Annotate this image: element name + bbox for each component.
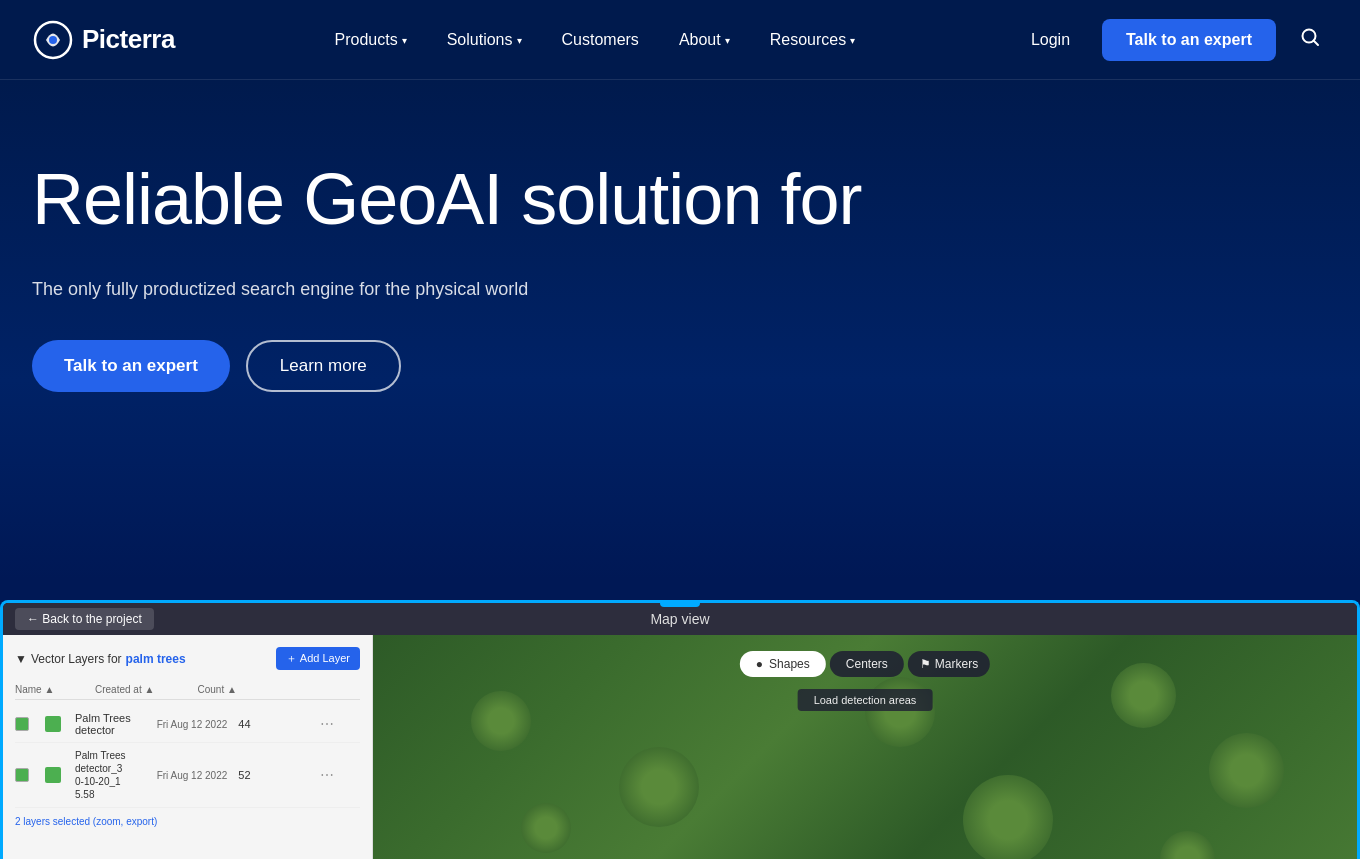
chevron-down-icon: ▾ bbox=[850, 35, 855, 46]
row-created: Fri Aug 12 2022 bbox=[157, 719, 239, 730]
tree-spot bbox=[471, 691, 531, 751]
app-window: ← Back to the project Map view ▼ Vector … bbox=[0, 600, 1360, 859]
table-row: Palm Trees detector_30-10-20_15.58 Fri A… bbox=[15, 743, 360, 808]
nav-item-customers[interactable]: Customers bbox=[546, 23, 655, 57]
logo[interactable]: Picterra bbox=[32, 19, 175, 61]
sidebar-footer: 2 layers selected (zoom, export) bbox=[15, 816, 360, 827]
row-actions[interactable]: ⋯ bbox=[320, 767, 360, 783]
nav-cta-button[interactable]: Talk to an expert bbox=[1102, 19, 1276, 61]
nav-item-solutions[interactable]: Solutions ▾ bbox=[431, 23, 538, 57]
search-icon[interactable] bbox=[1292, 19, 1328, 60]
row-color-swatch bbox=[45, 767, 61, 783]
chevron-down-icon: ▾ bbox=[725, 35, 730, 46]
table-row: Palm Trees detector Fri Aug 12 2022 44 ⋯ bbox=[15, 706, 360, 743]
svg-point-1 bbox=[49, 36, 57, 44]
tree-spot bbox=[619, 747, 699, 827]
back-to-project-button[interactable]: ← Back to the project bbox=[15, 608, 154, 630]
row-actions[interactable]: ⋯ bbox=[320, 716, 360, 732]
row-name: Palm Trees detector_30-10-20_15.58 bbox=[75, 749, 157, 801]
flag-icon: ⚑ bbox=[920, 657, 931, 671]
tree-spot bbox=[1209, 733, 1284, 808]
app-toolbar: ← Back to the project Map view bbox=[3, 603, 1357, 635]
app-map: ● Shapes Centers ⚑ Markers Load detectio… bbox=[373, 635, 1357, 859]
sidebar-header: ▼ Vector Layers for palm trees ＋ Add Lay… bbox=[15, 647, 360, 670]
row-count: 44 bbox=[238, 718, 320, 730]
map-background: ● Shapes Centers ⚑ Markers Load detectio… bbox=[373, 635, 1357, 859]
hero-section: Reliable GeoAI solution for The only ful… bbox=[0, 80, 1360, 580]
row-count: 52 bbox=[238, 769, 320, 781]
hero-cta-secondary-button[interactable]: Learn more bbox=[246, 340, 401, 392]
app-sidebar: ▼ Vector Layers for palm trees ＋ Add Lay… bbox=[3, 635, 373, 859]
row-created: Fri Aug 12 2022 bbox=[157, 770, 239, 781]
hero-title: Reliable GeoAI solution for bbox=[32, 160, 932, 239]
shapes-icon: ● bbox=[756, 657, 763, 671]
row-checkbox[interactable] bbox=[15, 717, 29, 731]
nav-links: Products ▾ Solutions ▾ Customers About ▾… bbox=[319, 23, 872, 57]
hero-cta-primary-button[interactable]: Talk to an expert bbox=[32, 340, 230, 392]
sidebar-table-header: Name ▲ Created at ▲ Count ▲ bbox=[15, 680, 360, 700]
map-tab-markers[interactable]: ⚑ Markers bbox=[908, 651, 990, 677]
svg-line-3 bbox=[1314, 41, 1319, 46]
map-view-title: Map view bbox=[650, 611, 709, 627]
map-toolbar: ● Shapes Centers ⚑ Markers bbox=[740, 651, 990, 677]
tab-indicator bbox=[660, 603, 700, 607]
chevron-down-icon: ▾ bbox=[402, 35, 407, 46]
sidebar-section-label: ▼ Vector Layers for palm trees bbox=[15, 652, 186, 666]
hero-subtitle: The only fully productized search engine… bbox=[32, 279, 1328, 300]
nav-item-resources[interactable]: Resources ▾ bbox=[754, 23, 871, 57]
nav-item-products[interactable]: Products ▾ bbox=[319, 23, 423, 57]
tree-spot bbox=[1160, 831, 1215, 859]
row-color-swatch bbox=[45, 716, 61, 732]
login-button[interactable]: Login bbox=[1015, 23, 1086, 57]
map-tab-centers[interactable]: Centers bbox=[830, 651, 904, 677]
nav-item-about[interactable]: About ▾ bbox=[663, 23, 746, 57]
row-checkbox[interactable] bbox=[15, 768, 29, 782]
expand-icon: ▼ bbox=[15, 652, 27, 666]
app-screenshot-container: ← Back to the project Map view ▼ Vector … bbox=[0, 580, 1360, 859]
tree-spot bbox=[521, 803, 571, 853]
hero-buttons: Talk to an expert Learn more bbox=[32, 340, 1328, 392]
load-detection-button[interactable]: Load detection areas bbox=[798, 689, 933, 711]
tree-spot bbox=[865, 677, 935, 747]
chevron-down-icon: ▾ bbox=[517, 35, 522, 46]
map-tab-shapes[interactable]: ● Shapes bbox=[740, 651, 826, 677]
add-layer-button[interactable]: ＋ Add Layer bbox=[276, 647, 360, 670]
row-name: Palm Trees detector bbox=[75, 712, 157, 736]
tree-spot bbox=[963, 775, 1053, 859]
tree-spot bbox=[1111, 663, 1176, 728]
app-content: ▼ Vector Layers for palm trees ＋ Add Lay… bbox=[3, 635, 1357, 859]
brand-name: Picterra bbox=[82, 24, 175, 55]
nav-actions: Login Talk to an expert bbox=[1015, 19, 1328, 61]
navigation: Picterra Products ▾ Solutions ▾ Customer… bbox=[0, 0, 1360, 80]
